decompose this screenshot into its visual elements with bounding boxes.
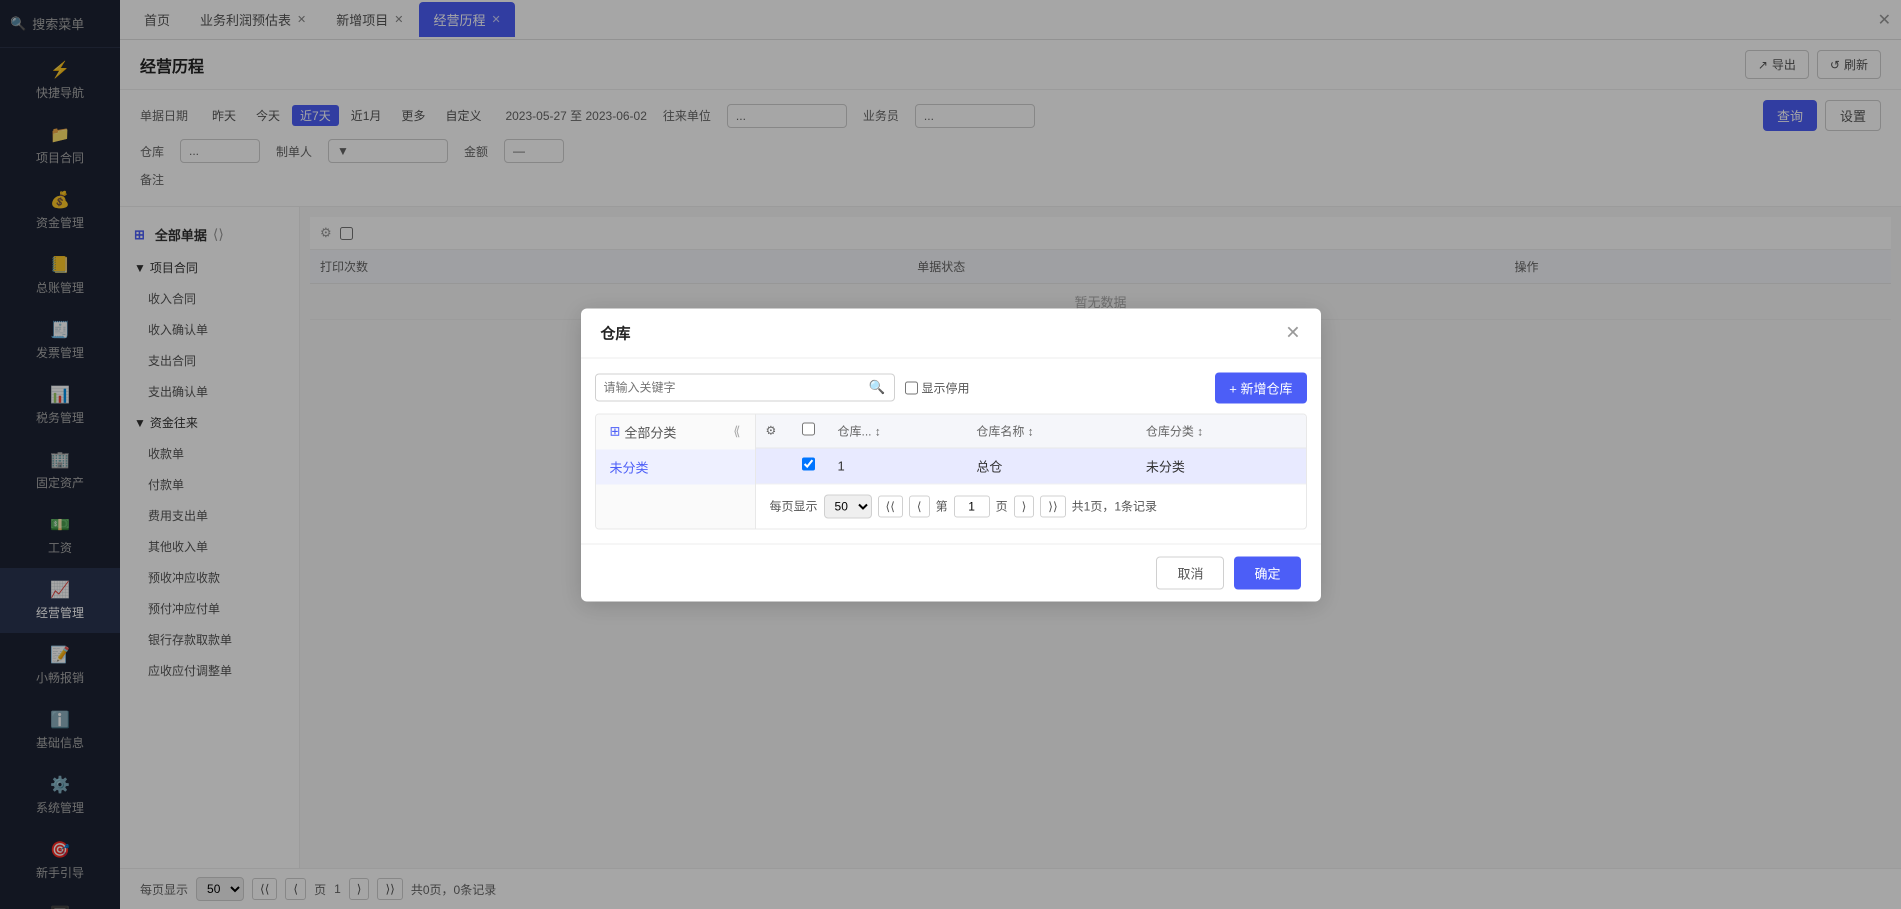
modal-footer: 取消 确定 — [581, 543, 1321, 601]
show-disabled-checkbox[interactable] — [905, 381, 918, 394]
modal-total-info: 共1页，1条记录 — [1072, 498, 1157, 515]
col-warehouse-name[interactable]: 仓库名称 ↕ — [966, 414, 1136, 448]
modal-body: 🔍 显示停用 + 新增仓库 ⊞ 全部分类 ⟪ 未分类 — [581, 358, 1321, 543]
modal-last-page-btn[interactable]: ⟩⟩ — [1040, 495, 1065, 517]
modal-first-page-btn[interactable]: ⟨⟨ — [878, 495, 903, 517]
grid-small-icon: ⊞ — [610, 424, 621, 440]
row-name: 总仓 — [966, 448, 1136, 484]
modal-search-box[interactable]: 🔍 — [595, 374, 895, 402]
col-warehouse-code[interactable]: 仓库... ↕ — [828, 414, 967, 448]
modal-title: 仓库 — [601, 322, 631, 343]
row-checkbox[interactable] — [802, 458, 815, 471]
page-word: 第 — [936, 498, 948, 515]
cancel-button[interactable]: 取消 — [1156, 556, 1224, 589]
confirm-button[interactable]: 确定 — [1234, 556, 1300, 589]
row-code: 1 — [828, 448, 967, 484]
modal-left-panel: ⊞ 全部分类 ⟪ 未分类 — [596, 414, 756, 528]
modal-toolbar: 🔍 显示停用 + 新增仓库 — [595, 372, 1307, 403]
warehouse-modal: 仓库 ✕ 🔍 显示停用 + 新增仓库 ⊞ 全部分类 ⟪ — [581, 308, 1321, 601]
settings-col-icon[interactable]: ⚙ — [766, 424, 777, 438]
table-row[interactable]: 1 总仓 未分类 — [756, 448, 1306, 484]
row-checkbox-cell — [792, 448, 828, 484]
modal-prev-page-btn[interactable]: ⟨ — [909, 495, 930, 517]
col-settings: ⚙ — [756, 414, 792, 448]
modal-pagination: 每页显示 50 ⟨⟨ ⟨ 第 页 ⟩ ⟩⟩ 共1页，1条记录 — [756, 484, 1306, 528]
modal-page-size-select[interactable]: 50 — [824, 494, 872, 518]
col-warehouse-category[interactable]: 仓库分类 ↕ — [1136, 414, 1306, 448]
add-warehouse-button[interactable]: + 新增仓库 — [1215, 372, 1306, 403]
show-disabled-label[interactable]: 显示停用 — [905, 379, 970, 396]
modal-search-button[interactable]: 🔍 — [861, 375, 894, 401]
col-checkbox — [792, 414, 828, 448]
modal-left-item-unclassified[interactable]: 未分类 — [596, 449, 755, 484]
modal-close-button[interactable]: ✕ — [1285, 322, 1300, 343]
warehouse-table: ⚙ 仓库... ↕ 仓库名称 ↕ — [756, 414, 1306, 484]
modal-header: 仓库 ✕ — [581, 308, 1321, 358]
row-category: 未分类 — [1136, 448, 1306, 484]
modal-left-item-all[interactable]: ⊞ 全部分类 ⟪ — [596, 414, 755, 449]
modal-next-page-btn[interactable]: ⟩ — [1014, 495, 1035, 517]
per-page-label: 每页显示 — [770, 498, 818, 515]
table-select-all[interactable] — [802, 423, 815, 436]
collapse-left-icon[interactable]: ⟪ — [733, 424, 740, 440]
modal-search-input[interactable] — [596, 376, 861, 400]
modal-current-page-input[interactable] — [954, 495, 990, 517]
modal-content-layout: ⊞ 全部分类 ⟪ 未分类 ⚙ — [595, 413, 1307, 529]
row-action-cell — [756, 448, 792, 484]
page-label: 页 — [996, 498, 1008, 515]
modal-right-panel: ⚙ 仓库... ↕ 仓库名称 ↕ — [756, 414, 1306, 528]
